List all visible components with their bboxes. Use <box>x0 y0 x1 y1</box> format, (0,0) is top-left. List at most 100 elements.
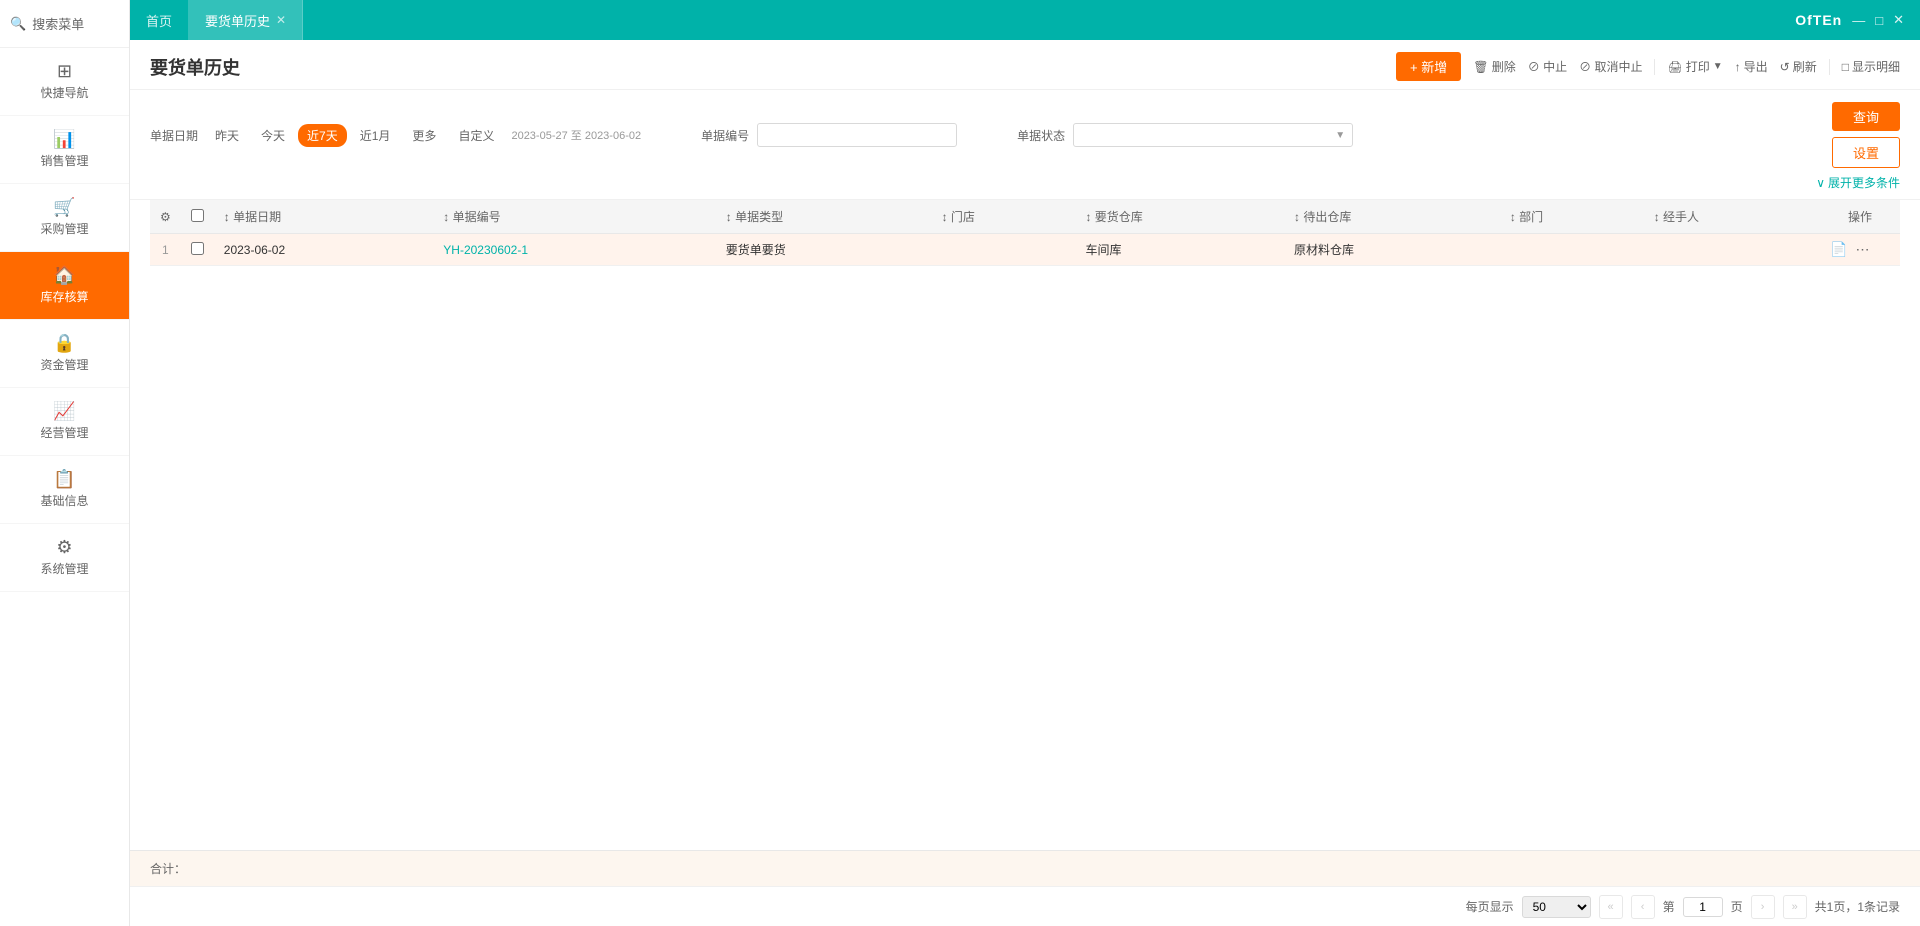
stop-button[interactable]: ⊘ 中止 <box>1528 58 1567 75</box>
status-label: 单据状态 <box>1017 127 1065 144</box>
brand-label: OfTEn <box>1795 12 1842 28</box>
bill-number-input[interactable] <box>757 123 957 147</box>
dept-col-header[interactable]: ↕ 部门 <box>1500 200 1644 234</box>
filter-actions: 查询 设置 <box>1832 102 1900 168</box>
row-checkbox[interactable] <box>191 242 204 255</box>
date-yesterday-btn[interactable]: 昨天 <box>206 124 248 147</box>
row-req-warehouse-cell: 车间库 <box>1075 234 1284 266</box>
tab-home[interactable]: 首页 <box>130 0 189 40</box>
bill-number-filter: 单据编号 <box>701 123 957 147</box>
row-dept-cell <box>1500 234 1644 266</box>
sidebar-item-operation[interactable]: 📈 经营管理 <box>0 388 129 456</box>
last-page-button[interactable]: » <box>1783 895 1807 919</box>
date-last7days-btn[interactable]: 近7天 <box>298 124 347 147</box>
handler-col-header[interactable]: ↕ 经手人 <box>1644 200 1820 234</box>
sidebar-item-quick-nav[interactable]: ⊞ 快捷导航 <box>0 48 129 116</box>
page-size-select[interactable]: 10 20 50 100 <box>1522 896 1591 918</box>
table-footer: 合计： <box>130 850 1920 886</box>
delete-button[interactable]: 🗑 删除 <box>1473 58 1516 75</box>
export-label: 导出 <box>1744 58 1768 75</box>
sales-icon: 📊 <box>53 130 75 148</box>
date-last-month-btn[interactable]: 近1月 <box>351 124 400 147</box>
query-button[interactable]: 查询 <box>1832 102 1900 131</box>
content-area: 要货单历史 + 新增 🗑 删除 ⊘ 中止 ⊘ 取消中止 🖨 打印 ▼ ↑ 导出 … <box>130 40 1920 926</box>
date-custom-btn[interactable]: 自定义 <box>449 124 503 147</box>
toolbar-divider-2 <box>1829 59 1830 75</box>
bill-no-col-header[interactable]: ↕ 单据编号 <box>433 200 715 234</box>
status-select-wrapper: ▼ <box>1073 123 1353 147</box>
sidebar-item-label: 销售管理 <box>40 152 88 169</box>
date-today-btn[interactable]: 今天 <box>252 124 294 147</box>
table-row[interactable]: 1 2023-06-02 YH-20230602-1 要货单要货 车间库 原材料… <box>150 234 1900 266</box>
next-page-button[interactable]: › <box>1751 895 1775 919</box>
first-page-button[interactable]: « <box>1599 895 1623 919</box>
refresh-icon: ↺ <box>1780 60 1790 74</box>
store-col-header[interactable]: ↕ 门店 <box>932 200 1076 234</box>
date-col-header[interactable]: ↕ 单据日期 <box>214 200 434 234</box>
tab-close-icon[interactable]: ✕ <box>276 13 286 27</box>
export-button[interactable]: ↑ 导出 <box>1735 58 1768 75</box>
topnav: 首页 要货单历史 ✕ OfTEn — □ ✕ <box>130 0 1920 40</box>
refresh-button[interactable]: ↺ 刷新 <box>1780 58 1817 75</box>
store-col-label: ↕ 门店 <box>942 210 975 224</box>
page-suffix: 页 <box>1731 898 1743 915</box>
window-close-button[interactable]: ✕ <box>1893 12 1904 28</box>
req-warehouse-col-header[interactable]: ↕ 要货仓库 <box>1075 200 1284 234</box>
sidebar-item-finance[interactable]: 🔒 资金管理 <box>0 320 129 388</box>
row-view-button[interactable]: 📄 <box>1830 241 1847 258</box>
tab-requisition-history[interactable]: 要货单历史 ✕ <box>189 0 303 40</box>
sidebar-item-sales[interactable]: 📊 销售管理 <box>0 116 129 184</box>
status-input[interactable] <box>1073 123 1353 147</box>
row-handler-cell <box>1644 234 1820 266</box>
row-bill-type-cell: 要货单要货 <box>716 234 932 266</box>
inventory-icon: 🏠 <box>53 266 75 284</box>
operation-icon: 📈 <box>53 402 75 420</box>
pending-warehouse-col-header[interactable]: ↕ 待出仓库 <box>1284 200 1500 234</box>
basic-icon: 📋 <box>53 470 75 488</box>
footer-total-label: 合计： <box>150 860 186 877</box>
prev-page-button[interactable]: ‹ <box>1631 895 1655 919</box>
filter-area: 单据日期 昨天 今天 近7天 近1月 更多 自定义 2023-05-27 至 2… <box>130 90 1920 200</box>
row-more-button[interactable]: ⋯ <box>1855 241 1869 258</box>
window-maximize-button[interactable]: □ <box>1875 13 1883 28</box>
ops-col-label: 操作 <box>1848 210 1872 224</box>
sidebar-item-label: 库存核算 <box>40 288 88 305</box>
sidebar-search-label: 搜索菜单 <box>32 14 84 33</box>
data-table: ⚙ ↕ 单据日期 ↕ 单据编号 ↕ 单据类型 <box>150 200 1900 266</box>
bill-type-col-label: ↕ 单据类型 <box>726 210 783 224</box>
print-button[interactable]: 🖨 打印 ▼ <box>1667 58 1722 75</box>
checkbox-col-header[interactable] <box>181 200 214 234</box>
row-bill-no-link[interactable]: YH-20230602-1 <box>443 243 528 257</box>
sidebar-item-basic[interactable]: 📋 基础信息 <box>0 456 129 524</box>
display-detail-button[interactable]: □ 显示明细 <box>1842 58 1900 75</box>
date-range-display: 2023-05-27 至 2023-06-02 <box>511 127 641 143</box>
settings-col-header[interactable]: ⚙ <box>150 200 181 234</box>
bill-type-col-header[interactable]: ↕ 单据类型 <box>716 200 932 234</box>
page-input-prefix: 第 <box>1663 898 1675 915</box>
page-size-label: 每页显示 <box>1466 898 1514 915</box>
sidebar-item-label: 经营管理 <box>40 424 88 441</box>
date-more-btn[interactable]: 更多 <box>403 124 445 147</box>
sidebar-search[interactable]: 🔍 搜索菜单 <box>0 0 129 48</box>
new-button[interactable]: + 新增 <box>1396 52 1461 81</box>
sidebar-item-label: 快捷导航 <box>40 84 88 101</box>
expand-more-button[interactable]: ∨ 展开更多条件 <box>1816 174 1900 191</box>
print-label: 打印 <box>1686 58 1710 75</box>
cancel-stop-button[interactable]: ⊘ 取消中止 <box>1579 58 1642 75</box>
total-info: 共1页，1条记录 <box>1815 898 1900 915</box>
row-ops-cell: 📄 ⋯ <box>1820 234 1900 266</box>
ops-col-header: 操作 <box>1820 200 1900 234</box>
page-title: 要货单历史 <box>150 54 240 80</box>
export-icon: ↑ <box>1735 60 1741 74</box>
window-minimize-button[interactable]: — <box>1852 13 1865 28</box>
topnav-right: OfTEn — □ ✕ <box>1795 12 1920 28</box>
settings-button[interactable]: 设置 <box>1832 137 1900 168</box>
row-checkbox-cell[interactable] <box>181 234 214 266</box>
sidebar-item-purchase[interactable]: 🛒 采购管理 <box>0 184 129 252</box>
select-all-checkbox[interactable] <box>191 209 204 222</box>
sidebar-item-system[interactable]: ⚙ 系统管理 <box>0 524 129 592</box>
page-number-input[interactable] <box>1683 897 1723 917</box>
sidebar-item-inventory[interactable]: 🏠 库存核算 <box>0 252 129 320</box>
sidebar: 🔍 搜索菜单 ⊞ 快捷导航 📊 销售管理 🛒 采购管理 🏠 库存核算 🔒 资金管… <box>0 0 130 926</box>
print-icon: 🖨 <box>1667 60 1682 74</box>
